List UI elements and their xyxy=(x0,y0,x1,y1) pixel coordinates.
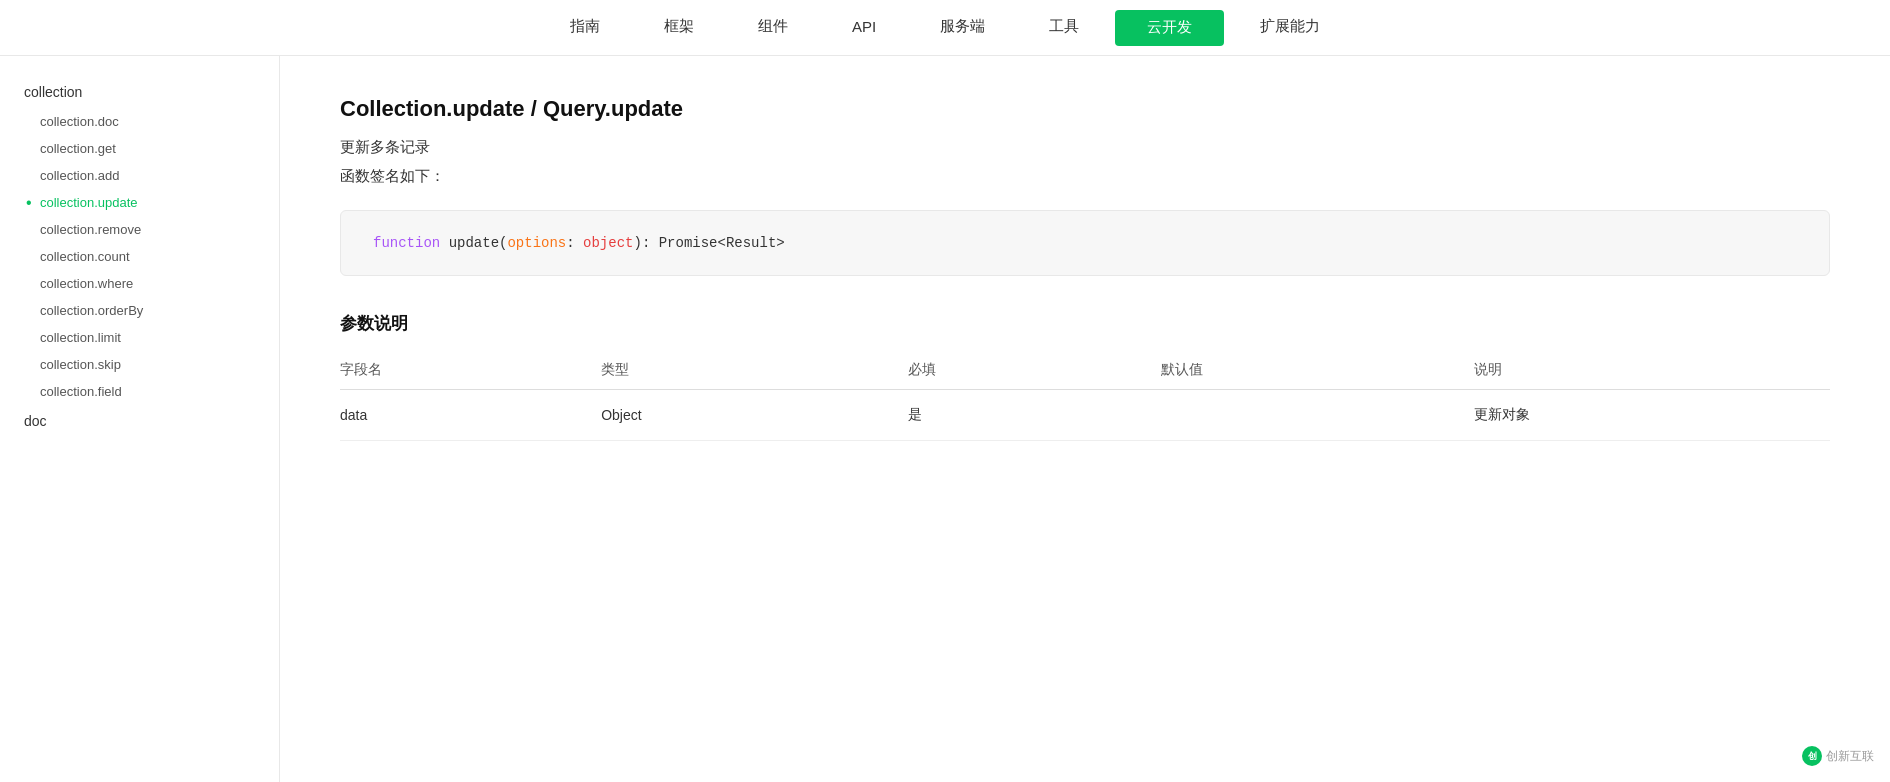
sidebar-item-collection-skip[interactable]: collection.skip xyxy=(0,351,279,378)
cell-type: Object xyxy=(585,390,891,441)
sidebar: collection collection.doc collection.get… xyxy=(0,56,280,782)
page-title: Collection.update / Query.update xyxy=(340,96,1830,122)
top-nav: 指南 框架 组件 API 服务端 工具 云开发 扩展能力 xyxy=(0,0,1890,56)
nav-item-guide[interactable]: 指南 xyxy=(538,0,632,56)
nav-item-tools[interactable]: 工具 xyxy=(1017,0,1111,56)
cell-field: data xyxy=(340,390,585,441)
code-type: object xyxy=(583,235,633,251)
watermark: 创 创新互联 xyxy=(1802,746,1874,766)
nav-item-cloud[interactable]: 云开发 xyxy=(1115,10,1224,46)
cell-required: 是 xyxy=(892,390,1146,441)
layout: collection collection.doc collection.get… xyxy=(0,56,1890,782)
params-table: 字段名 类型 必填 默认值 说明 data Object 是 更新对象 xyxy=(340,351,1830,441)
subtitle: 更新多条记录 xyxy=(340,138,1830,157)
sidebar-item-collection-doc[interactable]: collection.doc xyxy=(0,108,279,135)
sidebar-item-collection-get[interactable]: collection.get xyxy=(0,135,279,162)
col-header-field: 字段名 xyxy=(340,351,585,390)
nav-item-api[interactable]: API xyxy=(820,0,908,56)
code-funcname: update( xyxy=(449,235,508,251)
sidebar-item-collection-limit[interactable]: collection.limit xyxy=(0,324,279,351)
col-header-required: 必填 xyxy=(892,351,1146,390)
main-content: Collection.update / Query.update 更新多条记录 … xyxy=(280,56,1890,782)
sidebar-section-collection[interactable]: collection xyxy=(0,76,279,108)
code-rest: ): Promise<Result> xyxy=(633,235,784,251)
sidebar-section-doc[interactable]: doc xyxy=(0,405,279,437)
col-header-default: 默认值 xyxy=(1145,351,1458,390)
cell-desc: 更新对象 xyxy=(1458,390,1830,441)
col-header-type: 类型 xyxy=(585,351,891,390)
col-header-desc: 说明 xyxy=(1458,351,1830,390)
code-colon: : xyxy=(566,235,583,251)
code-block: function update(options: object): Promis… xyxy=(340,210,1830,276)
table-row: data Object 是 更新对象 xyxy=(340,390,1830,441)
nav-item-extend[interactable]: 扩展能力 xyxy=(1228,0,1352,56)
sidebar-item-collection-count[interactable]: collection.count xyxy=(0,243,279,270)
cell-default xyxy=(1145,390,1458,441)
nav-item-components[interactable]: 组件 xyxy=(726,0,820,56)
sidebar-item-collection-update[interactable]: collection.update xyxy=(0,189,279,216)
sidebar-item-collection-remove[interactable]: collection.remove xyxy=(0,216,279,243)
sidebar-item-collection-where[interactable]: collection.where xyxy=(0,270,279,297)
nav-item-server[interactable]: 服务端 xyxy=(908,0,1017,56)
code-param: options xyxy=(507,235,566,251)
sidebar-item-collection-orderby[interactable]: collection.orderBy xyxy=(0,297,279,324)
description: 函数签名如下： xyxy=(340,167,1830,186)
watermark-text: 创新互联 xyxy=(1826,748,1874,765)
sidebar-item-collection-add[interactable]: collection.add xyxy=(0,162,279,189)
params-section-title: 参数说明 xyxy=(340,312,1830,335)
watermark-logo: 创 xyxy=(1802,746,1822,766)
code-keyword: function xyxy=(373,235,449,251)
sidebar-item-collection-field[interactable]: collection.field xyxy=(0,378,279,405)
nav-item-framework[interactable]: 框架 xyxy=(632,0,726,56)
